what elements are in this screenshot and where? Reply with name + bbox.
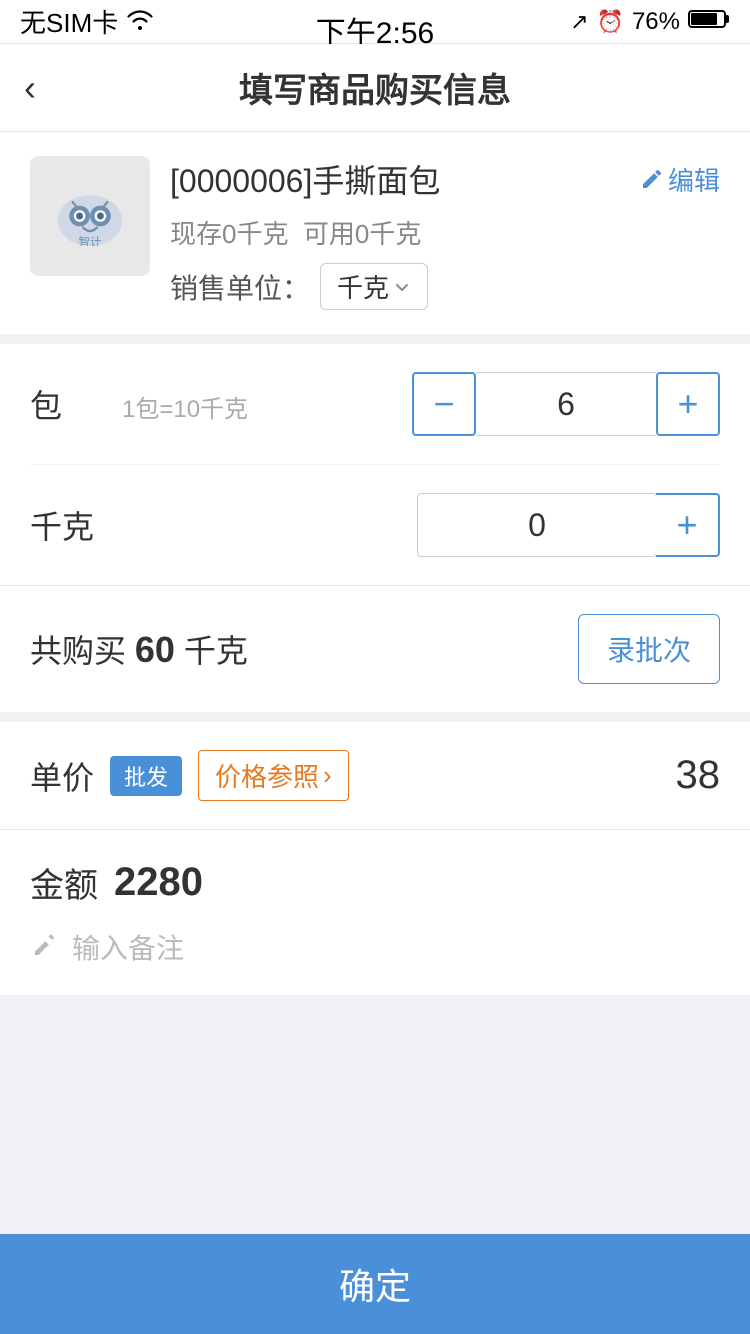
product-name-row: [0000006]手撕面包 编辑 bbox=[170, 156, 720, 202]
nav-bar: ‹ 填写商品购买信息 bbox=[0, 44, 750, 132]
confirm-button[interactable]: 确定 bbox=[0, 1234, 750, 1334]
product-stock: 现存0千克 可用0千克 bbox=[170, 214, 720, 251]
amount-label: 金额 bbox=[30, 858, 98, 907]
price-tag: 批发 bbox=[110, 756, 182, 796]
battery-text: 76% bbox=[632, 8, 680, 36]
amount-section: 金额 2280 输入备注 bbox=[0, 830, 750, 995]
confirm-button-label: 确定 bbox=[339, 1258, 411, 1310]
status-left: 无SIM卡 bbox=[20, 3, 154, 40]
product-image: 智计 bbox=[30, 156, 150, 276]
bao-row: 包 1包=10千克 − + bbox=[30, 344, 720, 465]
qianke-qty-control: + bbox=[417, 493, 720, 557]
product-name: [0000006]手撕面包 bbox=[170, 156, 440, 202]
pencil-icon bbox=[30, 929, 60, 966]
note-row[interactable]: 输入备注 bbox=[30, 927, 720, 995]
unit-select[interactable]: 千克 bbox=[320, 263, 428, 310]
quantity-section: 包 1包=10千克 − + 千克 + bbox=[0, 344, 750, 586]
bao-qty-input[interactable] bbox=[476, 372, 656, 436]
battery-icon bbox=[688, 6, 730, 37]
amount-row: 金额 2280 bbox=[30, 858, 720, 927]
product-card: 智计 [0000006]手撕面包 编辑 现存0千克 可用0千克 销售单位： 千克 bbox=[0, 132, 750, 344]
qianke-qty-input[interactable] bbox=[417, 493, 657, 557]
amount-value: 2280 bbox=[114, 860, 203, 905]
back-button[interactable]: ‹ bbox=[24, 67, 36, 109]
bao-hint: 1包=10千克 bbox=[122, 389, 248, 424]
total-text: 共购买 60 千克 bbox=[30, 626, 248, 672]
qianke-increment-button[interactable]: + bbox=[656, 493, 720, 557]
bao-qty-control: − + bbox=[412, 372, 720, 436]
price-section: 单价 批发 价格参照 › 38 bbox=[0, 722, 750, 830]
location-icon: ↗ bbox=[570, 9, 588, 35]
bao-increment-button[interactable]: + bbox=[656, 372, 720, 436]
status-right: ↗ ⏰ 76% bbox=[570, 6, 730, 37]
svg-text:智计: 智计 bbox=[78, 235, 102, 246]
product-logo: 智计 bbox=[50, 181, 130, 251]
carrier-text: 无SIM卡 bbox=[20, 3, 118, 40]
product-unit-row: 销售单位： 千克 bbox=[170, 263, 720, 310]
qianke-row: 千克 + bbox=[30, 465, 720, 585]
page-title: 填写商品购买信息 bbox=[239, 63, 511, 112]
product-info: [0000006]手撕面包 编辑 现存0千克 可用0千克 销售单位： 千克 bbox=[170, 156, 720, 310]
status-bar: 无SIM卡 下午2:56 ↗ ⏰ 76% bbox=[0, 0, 750, 44]
bao-decrement-button[interactable]: − bbox=[412, 372, 476, 436]
bao-label: 包 bbox=[30, 381, 110, 427]
record-batch-button[interactable]: 录批次 bbox=[578, 614, 720, 684]
price-reference-button[interactable]: 价格参照 › bbox=[198, 750, 349, 801]
price-label: 单价 bbox=[30, 753, 94, 799]
alarm-icon: ⏰ bbox=[597, 9, 624, 35]
price-value: 38 bbox=[676, 753, 721, 798]
edit-button[interactable]: 编辑 bbox=[640, 161, 720, 198]
note-placeholder: 输入备注 bbox=[72, 927, 184, 967]
total-section: 共购买 60 千克 录批次 bbox=[0, 586, 750, 722]
qianke-label: 千克 bbox=[30, 502, 110, 548]
wifi-icon bbox=[126, 6, 154, 37]
